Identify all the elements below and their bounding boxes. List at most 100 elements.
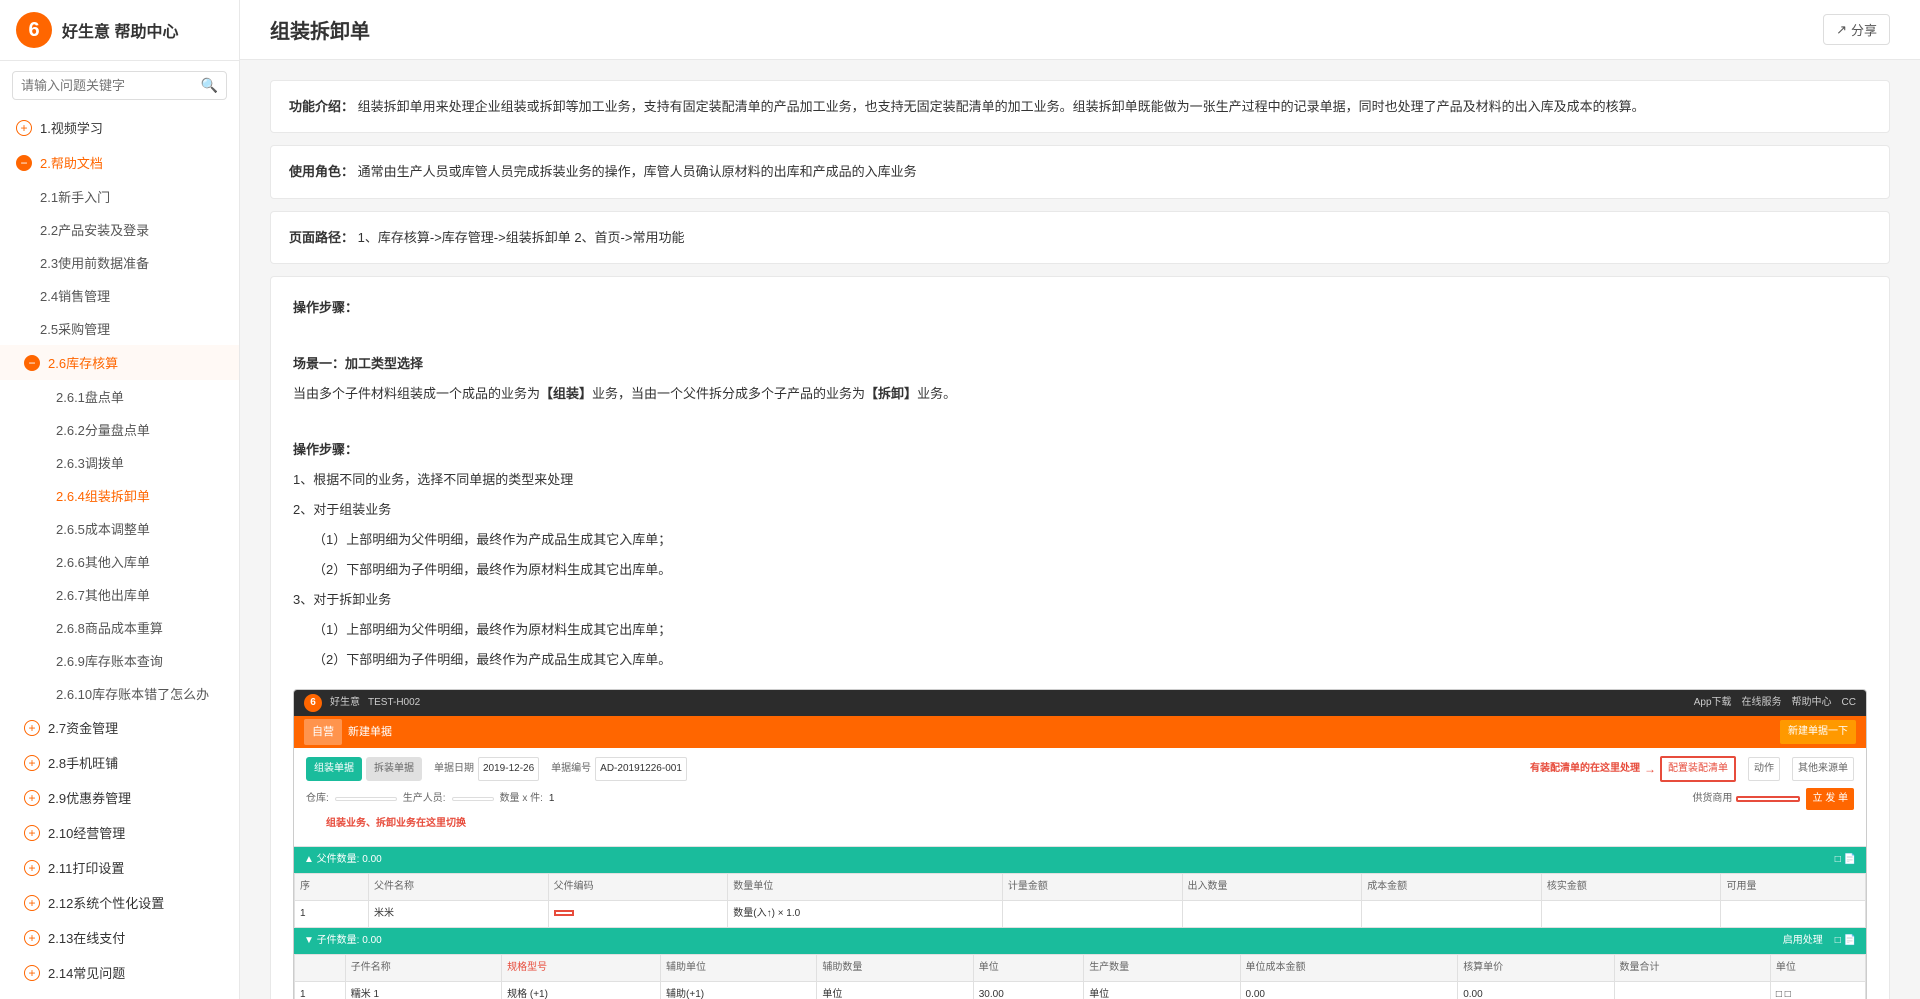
role-text: 通常由生产人员或库管人员完成拆装业务的操作，库管人员确认原材料的出库和产成品的入… (358, 164, 917, 179)
steps-body: 操作步骤： 场景一：加工类型选择 当由多个子件材料组装成一个成品的业务为【组装】… (270, 276, 1890, 999)
func-intro-block: 功能介绍： 组装拆卸单用来处理企业组装或拆卸等加工业务，支持有固定装配清单的产品… (270, 80, 1890, 133)
scene1-title: 场景一：加工类型选择 (293, 351, 1867, 377)
mock-annotation-2: 组装业务、拆卸业务在这里切换 (306, 814, 1854, 834)
mock-lower-section: ▼ 子件数量: 0.00 启用处理 □ 📄 (294, 928, 1866, 954)
sidebar: 6 好生意 帮助中心 🔍 + 1.视频学习 − 2.帮助文档 2.1新手入门 2… (0, 0, 240, 999)
mock-date-field: 单据日期 2019-12-26 (434, 757, 539, 781)
collapse-icon-26: − (24, 355, 40, 371)
app-title: 好生意 帮助中心 (62, 18, 178, 42)
sidebar-item-docs-29[interactable]: + 2.9优惠券管理 (0, 780, 239, 815)
sidebar-item-docs-265[interactable]: 2.6.5成本调整单 (0, 512, 239, 545)
mock-tab-active: 自营 (304, 719, 342, 745)
sidebar-item-docs-24[interactable]: 2.4销售管理 (0, 279, 239, 312)
path-block: 页面路径： 1、库存核算->库存管理->组装拆卸单 2、首页->常用功能 (270, 211, 1890, 264)
path-text: 1、库存核算->库存管理->组装拆卸单 2、首页->常用功能 (358, 230, 685, 245)
sidebar-item-docs-21[interactable]: 2.1新手入门 (0, 180, 239, 213)
mock-date-label: 单据日期 (434, 759, 474, 779)
sidebar-item-docs-269[interactable]: 2.6.9库存账本查询 (0, 644, 239, 677)
sidebar-item-docs-2610[interactable]: 2.6.10库存账本错了怎么办 (0, 677, 239, 710)
sidebar-item-docs-262[interactable]: 2.6.2分量盘点单 (0, 413, 239, 446)
table-row: 1 米米 数量(入↑) × 1.0 (295, 901, 1866, 928)
step3-1-text: （1）上部明细为父件明细，最终作为原材料生成其它出库单； (313, 617, 1867, 643)
mock-qr-btn: 立 发 单 (1806, 788, 1854, 810)
mock-upper-label: ▲ 父件数量: 0.00 (304, 850, 382, 870)
sidebar-item-docs-25[interactable]: 2.5采购管理 (0, 312, 239, 345)
sidebar-item-docs-26-label: 2.6库存核算 (48, 353, 118, 372)
mock-app: 6 好生意 TEST-H002 App下载 在线服务 帮助中心 CC (294, 690, 1866, 999)
sidebar-item-docs[interactable]: − 2.帮助文档 (0, 145, 239, 180)
func-intro-text: 组装拆卸单用来处理企业组装或拆卸等加工业务，支持有固定装配清单的产品加工业务，也… (358, 99, 1645, 114)
mock-tabs: 组装单据 拆装单据 (306, 757, 422, 781)
expand-icon-213: + (24, 930, 40, 946)
search-box[interactable]: 🔍 (12, 71, 227, 100)
sidebar-item-docs-26[interactable]: − 2.6库存核算 (0, 345, 239, 380)
mock-upper-section: ▲ 父件数量: 0.00 □ 📄 (294, 847, 1866, 873)
sidebar-item-docs-214[interactable]: + 2.14常见问题 (0, 955, 239, 990)
mock-ann3-text: 启用处理 (1783, 931, 1823, 951)
mock-secondary-row: 仓库: 生产人员: 数量 x 件: 1 供货商用 (306, 788, 1854, 810)
sidebar-item-docs-28[interactable]: + 2.8手机旺铺 (0, 745, 239, 780)
mock-app-name: 好生意 (330, 693, 360, 713)
expand-icon-video: + (16, 120, 32, 136)
sidebar-item-docs-label: 2.帮助文档 (40, 153, 103, 172)
step2-text: 2、对于组装业务 (293, 497, 1867, 523)
sidebar-item-docs-264[interactable]: 2.6.4组装拆卸单 (0, 479, 239, 512)
sidebar-item-docs-266[interactable]: 2.6.6其他入库单 (0, 545, 239, 578)
sidebar-item-docs-210[interactable]: + 2.10经营管理 (0, 815, 239, 850)
sidebar-item-docs-27[interactable]: + 2.7资金管理 (0, 710, 239, 745)
step3-text: 3、对于拆卸业务 (293, 587, 1867, 613)
mock-code-val: AD-20191226-001 (595, 757, 687, 781)
sidebar-header: 6 好生意 帮助中心 (0, 0, 239, 61)
share-button[interactable]: ↗ 分享 (1823, 14, 1890, 45)
expand-icon-27: + (24, 720, 40, 736)
mock-tab-zzd: 组装单据 (306, 757, 362, 781)
mock-code-label: 单据编号 (551, 759, 591, 779)
expand-icon-214: + (24, 965, 40, 981)
sidebar-item-docs-267[interactable]: 2.6.7其他出库单 (0, 578, 239, 611)
sidebar-item-docs-215[interactable]: + 2.15操作案例 (0, 990, 239, 999)
mock-btn-new-order: 新建单据一下 (1780, 720, 1856, 744)
path-label: 页面路径： (289, 230, 354, 245)
page-title: 组装拆卸单 (270, 15, 370, 44)
sidebar-item-video-label: 1.视频学习 (40, 118, 103, 137)
sidebar-item-docs-22[interactable]: 2.2产品安装及登录 (0, 213, 239, 246)
main-header: 组装拆卸单 ↗ 分享 (240, 0, 1920, 60)
mock-top-right: App下载 在线服务 帮助中心 CC (1694, 693, 1856, 713)
expand-icon-28: + (24, 755, 40, 771)
content-area: 功能介绍： 组装拆卸单用来处理企业组装或拆卸等加工业务，支持有固定装配清单的产品… (240, 60, 1920, 999)
mock-gysy-input (1736, 796, 1800, 802)
sidebar-item-docs-213[interactable]: + 2.13在线支付 (0, 920, 239, 955)
mock-gysy-field: 供货商用 (1692, 789, 1800, 809)
table-row: 1 糯米 1 规格 (+1) 辅助(+1) 单位 30.00 单位 0.00 0… (295, 982, 1866, 999)
mock-lower-label: ▼ 子件数量: 0.00 (304, 931, 382, 951)
mock-action-btn: 动作 (1748, 757, 1780, 781)
sidebar-item-docs-211[interactable]: + 2.11打印设置 (0, 850, 239, 885)
mock-lower-table-wrap: 子件名称 规格型号 辅助单位 辅助数量 单位 生产数量 单位成本金额 核算单价 … (294, 954, 1866, 999)
mock-top-bar: 6 好生意 TEST-H002 App下载 在线服务 帮助中心 CC (294, 690, 1866, 716)
mock-tab-czd: 拆装单据 (366, 757, 422, 781)
role-block: 使用角色： 通常由生产人员或库管人员完成拆装业务的操作，库管人员确认原材料的出库… (270, 145, 1890, 198)
sidebar-item-docs-23[interactable]: 2.3使用前数据准备 (0, 246, 239, 279)
step2-2-text: （2）下部明细为子件明细，最终作为原材料生成其它出库单。 (313, 557, 1867, 583)
sidebar-item-docs-212[interactable]: + 2.12系统个性化设置 (0, 885, 239, 920)
expand-icon-29: + (24, 790, 40, 806)
mock-other-btn: 其他来源单 (1792, 757, 1854, 781)
sidebar-item-docs-268[interactable]: 2.6.8商品成本重算 (0, 611, 239, 644)
steps-label: 操作步骤： (293, 437, 1867, 463)
step1-text: 1、根据不同的业务，选择不同单据的类型来处理 (293, 467, 1867, 493)
red-border-cell (554, 910, 574, 916)
expand-icon-211: + (24, 860, 40, 876)
search-icon[interactable]: 🔍 (201, 77, 218, 94)
sidebar-item-video[interactable]: + 1.视频学习 (0, 110, 239, 145)
steps-title: 操作步骤： (293, 295, 1867, 321)
sidebar-item-docs-263[interactable]: 2.6.3调拨单 (0, 446, 239, 479)
mock-ann1-text: 有装配清单的在这里处理 (1530, 759, 1640, 779)
mock-date-val: 2019-12-26 (478, 757, 539, 781)
collapse-icon-docs: − (16, 155, 32, 171)
mock-orange-header: 自营 新建单据 新建单据一下 (294, 716, 1866, 748)
sidebar-item-docs-261[interactable]: 2.6.1盘点单 (0, 380, 239, 413)
search-input[interactable] (21, 78, 201, 93)
screenshot-container: 6 好生意 TEST-H002 App下载 在线服务 帮助中心 CC (293, 689, 1867, 999)
mock-tab-new: 新建单据 (348, 721, 392, 743)
app-logo: 6 (16, 12, 52, 48)
